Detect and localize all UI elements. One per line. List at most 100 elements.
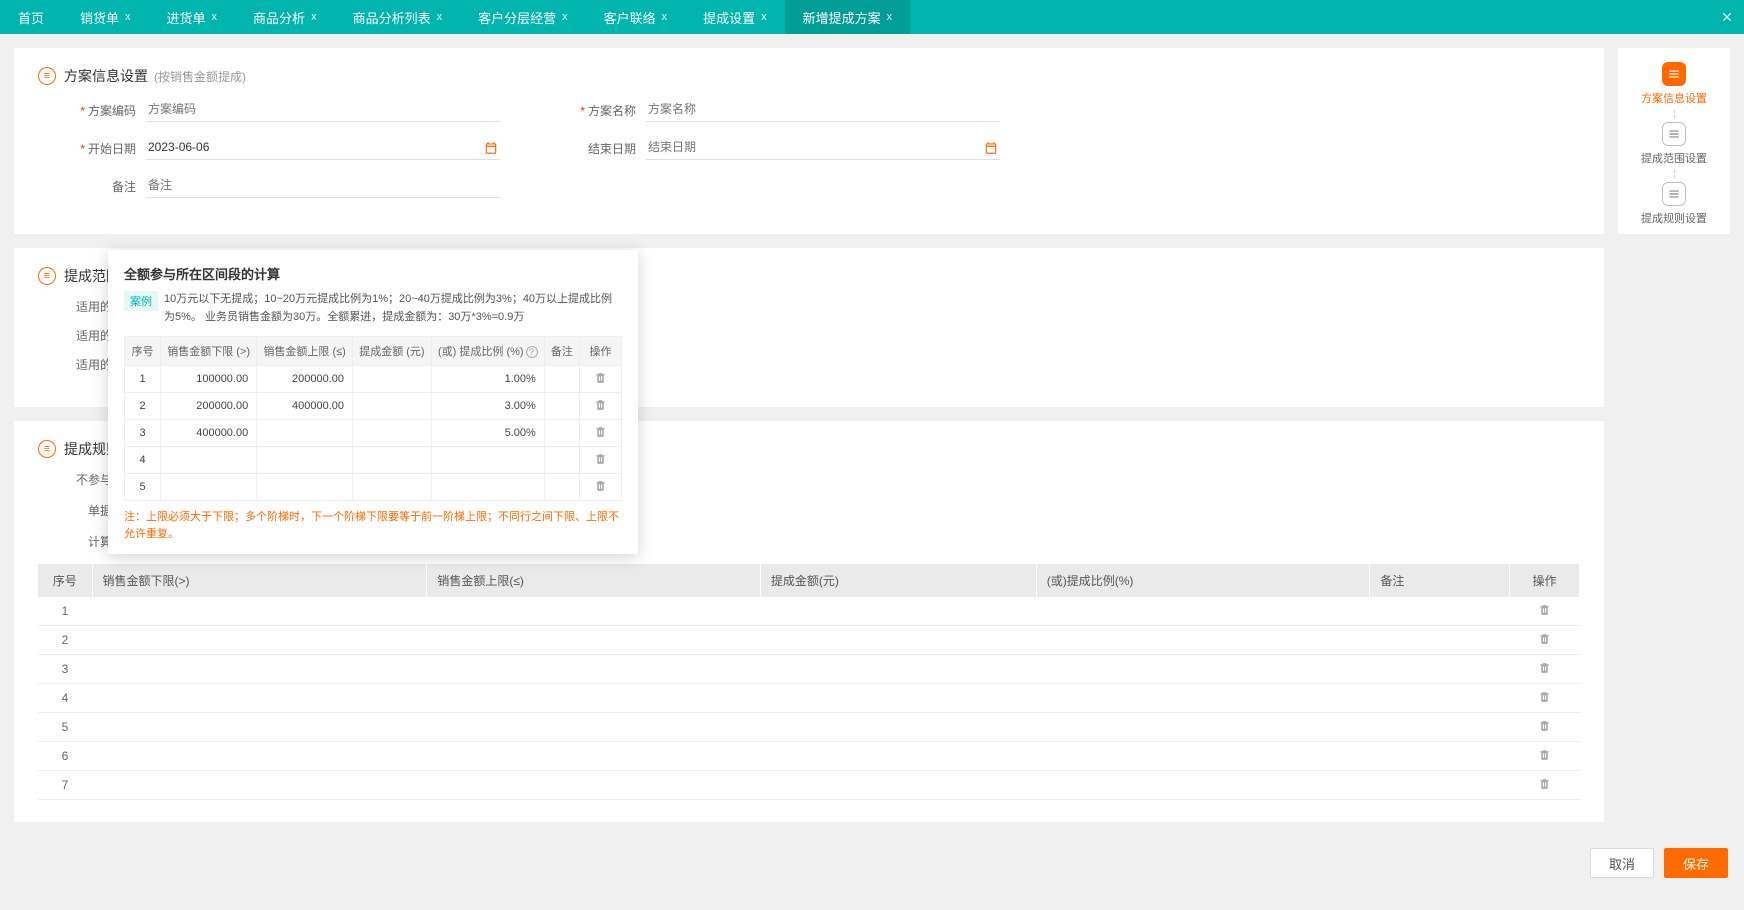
cell-ratio[interactable] <box>1036 684 1370 713</box>
cell-upper[interactable] <box>427 655 761 684</box>
tab-close-icon[interactable]: x <box>437 11 443 23</box>
cell-upper[interactable] <box>427 684 761 713</box>
cell-amount[interactable] <box>760 713 1036 742</box>
table-row[interactable]: 7 <box>38 771 1580 800</box>
cell-upper[interactable] <box>427 626 761 655</box>
tab-product-analysis[interactable]: 商品分析 x <box>235 0 335 34</box>
delete-row-button[interactable] <box>1538 605 1551 619</box>
cell-lower[interactable] <box>92 626 427 655</box>
delete-row-button[interactable] <box>1538 750 1551 764</box>
cell-upper <box>257 474 353 501</box>
cell-lower[interactable] <box>92 771 427 800</box>
cell-lower[interactable] <box>92 742 427 771</box>
help-tooltip: 全额参与所在区间段的计算 案例 10万元以下无提成；10~20万元提成比例为1%… <box>108 250 638 554</box>
cell-remark[interactable] <box>1370 655 1510 684</box>
tab-customer-tier[interactable]: 客户分层经营x <box>460 0 586 34</box>
cell-ratio[interactable] <box>1036 655 1370 684</box>
cell-upper[interactable] <box>427 597 761 626</box>
tab-customer-contact[interactable]: 客户联络 x <box>586 0 686 34</box>
delete-row-button[interactable] <box>594 429 607 441</box>
delete-row-button[interactable] <box>594 375 607 387</box>
tab-label: 商品分析 <box>253 8 305 27</box>
tab-product-analysis-list[interactable]: 商品分析列表x <box>335 0 461 34</box>
tab-close-icon[interactable]: x <box>562 11 568 23</box>
cell-remark[interactable] <box>1370 684 1510 713</box>
cell-amount[interactable] <box>760 684 1036 713</box>
calendar-icon[interactable] <box>484 141 498 155</box>
delete-row-button[interactable] <box>1538 663 1551 677</box>
cell-remark <box>544 474 579 501</box>
cell-lower[interactable] <box>92 655 427 684</box>
delete-row-button[interactable] <box>1538 721 1551 735</box>
table-row[interactable]: 6 <box>38 742 1580 771</box>
cell-lower[interactable] <box>92 597 427 626</box>
table-row[interactable]: 1 <box>38 597 1580 626</box>
cell-lower[interactable] <box>92 713 427 742</box>
tabs-close-all-button[interactable] <box>1710 0 1744 34</box>
tab-purchase-order[interactable]: 进货单x <box>149 0 236 34</box>
cell-ratio[interactable] <box>1036 771 1370 800</box>
remark-input[interactable] <box>146 174 500 198</box>
tab-close-icon[interactable]: x <box>125 11 131 23</box>
cell-upper[interactable] <box>427 742 761 771</box>
cell-amount[interactable] <box>760 742 1036 771</box>
table-row[interactable]: 4 <box>38 684 1580 713</box>
step-label: 提成规则设置 <box>1641 210 1707 226</box>
cell-upper[interactable] <box>427 771 761 800</box>
step-nav: 方案信息设置 提成范围设置 提成规则设置 <box>1618 48 1730 234</box>
cell-remark[interactable] <box>1370 626 1510 655</box>
cell-remark[interactable] <box>1370 713 1510 742</box>
tab-sales-order[interactable]: 销货单x <box>62 0 149 34</box>
end-date-input[interactable] <box>646 136 1000 160</box>
delete-row-button[interactable] <box>594 402 607 414</box>
cell-remark <box>544 393 579 420</box>
tab-label: 客户联络 <box>604 8 656 27</box>
tab-close-icon[interactable]: x <box>311 11 317 23</box>
tab-home[interactable]: 首页 <box>0 0 62 34</box>
start-date-input[interactable] <box>146 136 500 160</box>
cell-ratio[interactable] <box>1036 742 1370 771</box>
delete-row-button[interactable] <box>1538 634 1551 648</box>
delete-row-button[interactable] <box>1538 692 1551 706</box>
delete-row-button[interactable] <box>594 483 607 495</box>
cell-op <box>1510 597 1580 626</box>
step-nav-item-scope[interactable]: 提成范围设置 <box>1641 122 1707 166</box>
delete-row-button[interactable] <box>594 456 607 468</box>
table-row[interactable]: 2 <box>38 626 1580 655</box>
tab-commission-settings[interactable]: 提成设置x <box>685 0 785 34</box>
tab-close-icon[interactable]: x <box>761 11 767 23</box>
cell-amount[interactable] <box>760 597 1036 626</box>
calendar-icon[interactable] <box>984 141 998 155</box>
cell-upper: 400000.00 <box>257 393 353 420</box>
step-nav-item-rules[interactable]: 提成规则设置 <box>1641 182 1707 226</box>
table-row[interactable]: 3 <box>38 655 1580 684</box>
tab-close-icon[interactable]: x <box>887 11 893 23</box>
cell-ratio[interactable] <box>1036 713 1370 742</box>
cell-amount[interactable] <box>760 626 1036 655</box>
table-row: 2200000.00400000.003.00% <box>125 393 622 420</box>
cell-amount[interactable] <box>760 655 1036 684</box>
table-row[interactable]: 5 <box>38 713 1580 742</box>
cell-amount[interactable] <box>760 771 1036 800</box>
th-upper: 销售金额上限 (≤) <box>257 337 353 366</box>
cell-upper[interactable] <box>427 713 761 742</box>
tab-close-icon[interactable]: x <box>662 11 668 23</box>
cell-remark[interactable] <box>1370 742 1510 771</box>
delete-row-button[interactable] <box>1538 779 1551 793</box>
cancel-button[interactable]: 取消 <box>1590 848 1654 878</box>
cell-remark[interactable] <box>1370 771 1510 800</box>
plan-name-input[interactable] <box>646 98 1000 122</box>
cell-remark[interactable] <box>1370 597 1510 626</box>
tab-new-commission-plan[interactable]: 新增提成方案x <box>785 0 911 34</box>
plan-code-input[interactable] <box>146 98 500 122</box>
cell-ratio[interactable] <box>1036 626 1370 655</box>
cell-seq: 4 <box>125 447 161 474</box>
cell-lower[interactable] <box>92 684 427 713</box>
cell-ratio[interactable] <box>1036 597 1370 626</box>
table-row: 3400000.005.00% <box>125 420 622 447</box>
step-nav-item-info[interactable]: 方案信息设置 <box>1641 62 1707 106</box>
cell-upper <box>257 420 353 447</box>
th-remark: 备注 <box>1370 564 1510 597</box>
tab-close-icon[interactable]: x <box>212 11 218 23</box>
save-button[interactable]: 保存 <box>1664 848 1728 878</box>
